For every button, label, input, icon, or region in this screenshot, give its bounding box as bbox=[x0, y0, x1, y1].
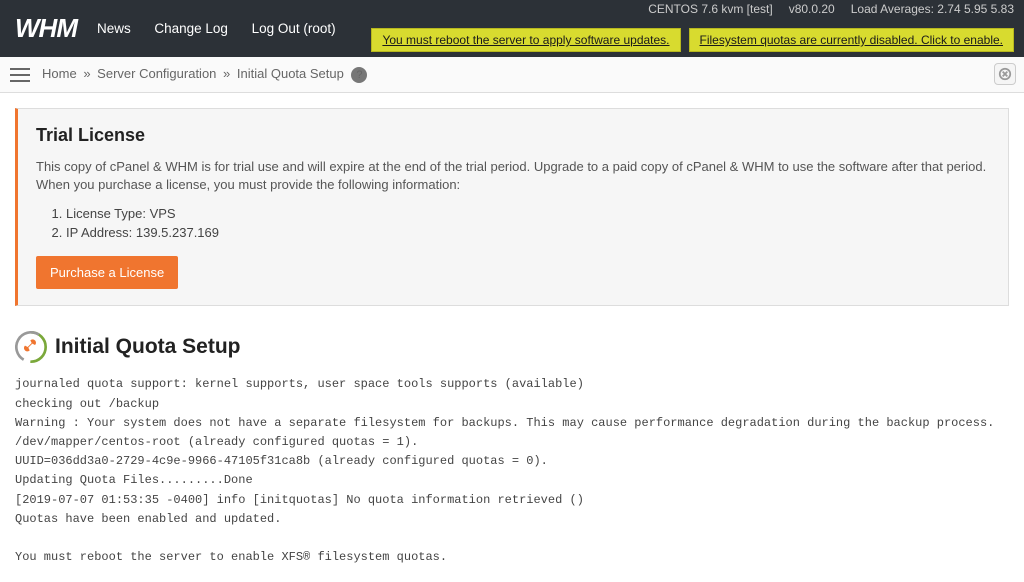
nav-logout[interactable]: Log Out (root) bbox=[252, 21, 336, 36]
alert-quota[interactable]: Filesystem quotas are currently disabled… bbox=[689, 28, 1014, 52]
top-nav: News Change Log Log Out (root) bbox=[97, 21, 356, 36]
close-panel-icon[interactable] bbox=[994, 63, 1016, 85]
breadcrumb-home[interactable]: Home bbox=[42, 66, 77, 81]
system-info: CENTOS 7.6 kvm [test] v80.0.20 Load Aver… bbox=[648, 2, 1014, 16]
whm-logo: WHM bbox=[10, 13, 77, 44]
nav-changelog[interactable]: Change Log bbox=[154, 21, 228, 36]
trial-body: This copy of cPanel & WHM is for trial u… bbox=[36, 158, 990, 194]
alert-bar: You must reboot the server to apply soft… bbox=[371, 28, 1014, 52]
purchase-license-button[interactable]: Purchase a License bbox=[36, 256, 178, 289]
page-title-row: Initial Quota Setup bbox=[15, 331, 1009, 363]
breadcrumb-row: Home » Server Configuration » Initial Qu… bbox=[0, 57, 1024, 93]
content-area: Trial License This copy of cPanel & WHM … bbox=[0, 93, 1024, 582]
top-bar: WHM News Change Log Log Out (root) CENTO… bbox=[0, 0, 1024, 57]
load-info: Load Averages: 2.74 5.95 5.83 bbox=[851, 2, 1014, 16]
trial-heading: Trial License bbox=[36, 125, 990, 146]
version-info: v80.0.20 bbox=[789, 2, 835, 16]
wrench-icon bbox=[15, 331, 47, 363]
page-title: Initial Quota Setup bbox=[55, 335, 241, 359]
trial-info-list: License Type: VPS IP Address: 139.5.237.… bbox=[66, 206, 990, 240]
trial-license-box: Trial License This copy of cPanel & WHM … bbox=[15, 108, 1009, 306]
alert-reboot[interactable]: You must reboot the server to apply soft… bbox=[371, 28, 680, 52]
quota-output: journaled quota support: kernel supports… bbox=[15, 375, 1009, 567]
breadcrumb-section[interactable]: Server Configuration bbox=[97, 66, 216, 81]
trial-license-type: License Type: VPS bbox=[66, 206, 990, 221]
os-info: CENTOS 7.6 kvm [test] bbox=[648, 2, 772, 16]
help-icon[interactable]: ? bbox=[351, 67, 367, 83]
menu-toggle-icon[interactable] bbox=[10, 68, 30, 82]
breadcrumb-current: Initial Quota Setup bbox=[237, 66, 344, 81]
breadcrumb: Home » Server Configuration » Initial Qu… bbox=[42, 66, 367, 83]
trial-ip-address: IP Address: 139.5.237.169 bbox=[66, 225, 990, 240]
nav-news[interactable]: News bbox=[97, 21, 131, 36]
